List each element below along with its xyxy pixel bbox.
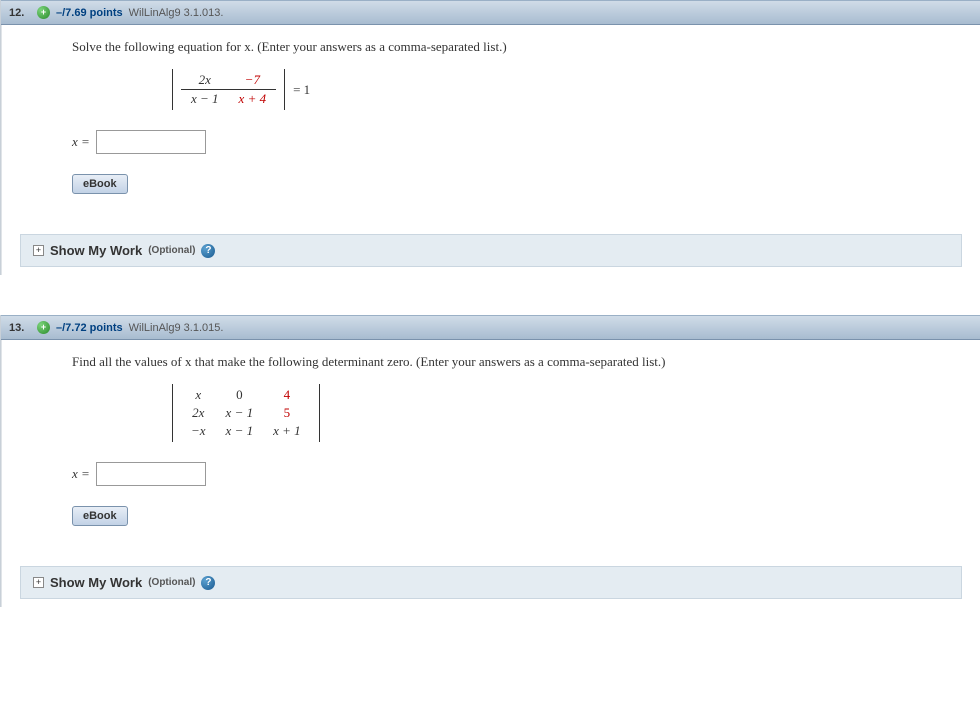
question-header: 12. + –/7.69 points WilLinAlg9 3.1.013.: [1, 0, 980, 25]
points-label[interactable]: –/7.72 points: [56, 322, 123, 334]
equation: 2x −7 x − 1 x + 4 = 1: [172, 69, 962, 110]
equation-rhs: = 1: [293, 82, 310, 98]
matrix-cell: x − 1: [216, 404, 264, 422]
source-label: WilLinAlg9 3.1.015.: [129, 322, 224, 334]
answer-input[interactable]: [96, 130, 206, 154]
answer-label: x =: [72, 466, 90, 482]
question-prompt: Solve the following equation for x. (Ent…: [72, 39, 962, 55]
answer-input[interactable]: [96, 462, 206, 486]
matrix-cell: −x: [181, 422, 216, 440]
plus-icon[interactable]: +: [33, 577, 44, 588]
answer-row: x =: [72, 130, 962, 154]
show-work-optional: (Optional): [148, 577, 195, 588]
show-my-work-bar[interactable]: + Show My Work (Optional) ?: [20, 566, 962, 599]
question-header: 13. + –/7.72 points WilLinAlg9 3.1.015.: [1, 315, 980, 340]
expand-icon[interactable]: +: [37, 321, 50, 334]
answer-label: x =: [72, 134, 90, 150]
matrix-cell: 2x: [181, 71, 229, 90]
plus-icon[interactable]: +: [33, 245, 44, 256]
question-block: 12. + –/7.69 points WilLinAlg9 3.1.013. …: [0, 0, 980, 275]
ebook-button[interactable]: eBook: [72, 506, 128, 526]
question-body: Solve the following equation for x. (Ent…: [1, 25, 980, 275]
expand-icon[interactable]: +: [37, 6, 50, 19]
question-number: 12.: [9, 7, 31, 19]
matrix-cell: x + 4: [229, 90, 277, 109]
matrix-cell: 0: [216, 386, 264, 404]
source-label: WilLinAlg9 3.1.013.: [129, 7, 224, 19]
question-number: 13.: [9, 322, 31, 334]
help-icon[interactable]: ?: [201, 244, 215, 258]
matrix-cell: x − 1: [216, 422, 264, 440]
matrix-cell: 5: [263, 404, 311, 422]
question-prompt: Find all the values of x that make the f…: [72, 354, 962, 370]
determinant-matrix: 2x −7 x − 1 x + 4: [181, 71, 276, 108]
question-body: Find all the values of x that make the f…: [1, 340, 980, 607]
ebook-button[interactable]: eBook: [72, 174, 128, 194]
question-block: 13. + –/7.72 points WilLinAlg9 3.1.015. …: [0, 315, 980, 607]
determinant-matrix: x 0 4 2x x − 1 5 −x x − 1 x + 1: [181, 386, 311, 440]
show-work-optional: (Optional): [148, 245, 195, 256]
answer-row: x =: [72, 462, 962, 486]
show-work-title: Show My Work: [50, 575, 142, 590]
matrix-cell: x − 1: [181, 90, 229, 109]
show-work-title: Show My Work: [50, 243, 142, 258]
help-icon[interactable]: ?: [201, 576, 215, 590]
equation: x 0 4 2x x − 1 5 −x x − 1 x + 1: [172, 384, 962, 442]
matrix-cell: x + 1: [263, 422, 311, 440]
matrix-cell: −7: [229, 71, 277, 90]
points-label[interactable]: –/7.69 points: [56, 7, 123, 19]
matrix-cell: 2x: [181, 404, 216, 422]
matrix-cell: 4: [263, 386, 311, 404]
matrix-cell: x: [181, 386, 216, 404]
show-my-work-bar[interactable]: + Show My Work (Optional) ?: [20, 234, 962, 267]
